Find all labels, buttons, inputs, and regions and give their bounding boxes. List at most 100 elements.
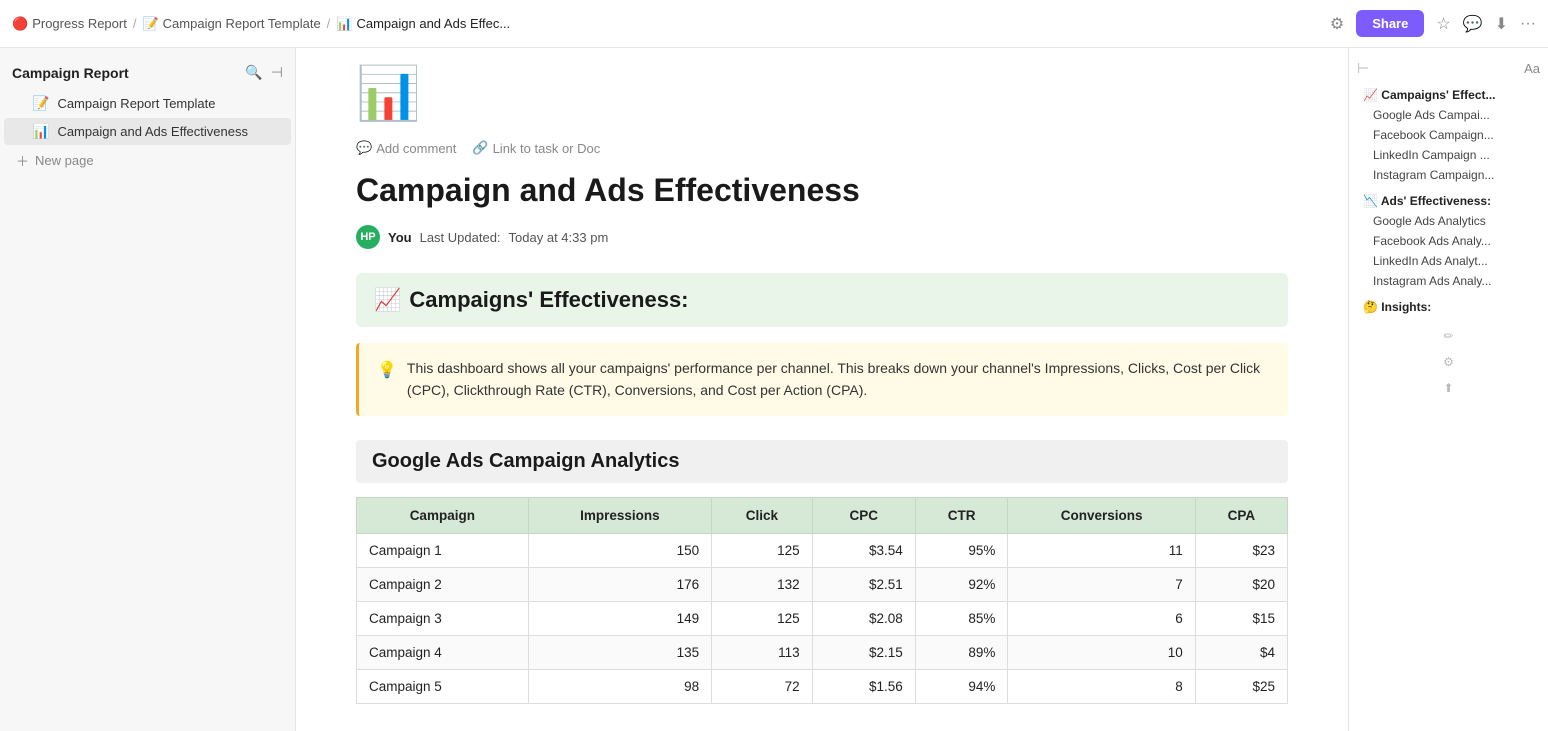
progress-report-icon: 🔴	[12, 16, 28, 32]
cell-campaign-4: Campaign 5	[357, 669, 529, 703]
page-title: Campaign and Ads Effectiveness	[356, 172, 1288, 209]
page-content: 📊 💬 Add comment 🔗 Link to task or Doc Ca…	[296, 48, 1348, 731]
export-icon[interactable]: ⬇	[1495, 14, 1508, 34]
star-icon[interactable]: ☆	[1436, 14, 1450, 34]
cell-click-1: 132	[712, 567, 813, 601]
share-button[interactable]: Share	[1356, 10, 1424, 37]
author-row: HP You Last Updated: Today at 4:33 pm	[356, 225, 1288, 249]
right-panel-collapse-icon[interactable]: ⊢	[1357, 60, 1369, 77]
cell-conversions-4: 8	[1008, 669, 1195, 703]
cell-campaign-0: Campaign 1	[357, 533, 529, 567]
cell-conversions-3: 10	[1008, 635, 1195, 669]
toc-item-0-0[interactable]: Google Ads Campai...	[1357, 105, 1540, 125]
toc-item-0-1[interactable]: Facebook Campaign...	[1357, 125, 1540, 145]
campaign-ads-nav-icon: 📊	[32, 123, 49, 140]
sidebar-new-page[interactable]: ＋ New page	[4, 146, 291, 175]
campaign-template-icon: 📝	[142, 16, 158, 32]
right-panel-aa[interactable]: Aa	[1524, 61, 1540, 76]
table-row: Campaign 3 149 125 $2.08 85% 6 $15	[357, 601, 1288, 635]
cell-ctr-4: 94%	[915, 669, 1008, 703]
breadcrumb-campaign-ads[interactable]: 📊 Campaign and Ads Effec...	[336, 16, 510, 32]
cell-campaign-2: Campaign 3	[357, 601, 529, 635]
cell-cpa-4: $25	[1195, 669, 1287, 703]
table-header-row: Campaign Impressions Click CPC CTR Conve…	[357, 497, 1288, 533]
more-icon[interactable]: ···	[1520, 15, 1536, 33]
cell-ctr-3: 89%	[915, 635, 1008, 669]
sidebar: Campaign Report 🔍 ⊣ 📝 Campaign Report Te…	[0, 48, 296, 731]
sidebar-item-campaign-ads-effectiveness[interactable]: 📊 Campaign and Ads Effectiveness	[4, 118, 291, 145]
col-campaign: Campaign	[357, 497, 529, 533]
page-emoji-icon: 📊	[356, 65, 421, 123]
toc-action-share[interactable]: ⬆	[1357, 377, 1540, 399]
google-ads-table: Campaign Impressions Click CPC CTR Conve…	[356, 497, 1288, 704]
sidebar-search-icon[interactable]: 🔍	[245, 64, 262, 81]
campaign-ads-label: Campaign and Ads Effec...	[356, 16, 510, 31]
callout-text: This dashboard shows all your campaigns'…	[407, 357, 1270, 402]
breadcrumb-progress-report[interactable]: 🔴 Progress Report	[12, 16, 127, 32]
col-cpa: CPA	[1195, 497, 1287, 533]
col-cpc: CPC	[812, 497, 915, 533]
cell-ctr-2: 85%	[915, 601, 1008, 635]
add-comment-button[interactable]: 💬 Add comment	[356, 140, 456, 156]
toc-action-settings[interactable]: ⚙	[1357, 351, 1540, 373]
cell-conversions-2: 6	[1008, 601, 1195, 635]
breadcrumb-campaign-report-template[interactable]: 📝 Campaign Report Template	[142, 16, 320, 32]
breadcrumb-sep-1: /	[133, 16, 137, 31]
campaign-template-nav-icon: 📝	[32, 95, 49, 112]
new-page-label: New page	[35, 153, 94, 168]
toc-section-2: 🤔 Insights:	[1357, 297, 1540, 317]
cell-click-0: 125	[712, 533, 813, 567]
toc-item-1-3[interactable]: Instagram Ads Analy...	[1357, 271, 1540, 291]
cell-cpa-0: $23	[1195, 533, 1287, 567]
cell-conversions-0: 11	[1008, 533, 1195, 567]
cell-ctr-1: 92%	[915, 567, 1008, 601]
chat-icon[interactable]: 💬	[1463, 14, 1483, 34]
cell-cpa-3: $4	[1195, 635, 1287, 669]
col-conversions: Conversions	[1008, 497, 1195, 533]
sidebar-collapse-icon[interactable]: ⊣	[271, 64, 283, 81]
cell-campaign-3: Campaign 4	[357, 635, 529, 669]
action-bar: 💬 Add comment 🔗 Link to task or Doc	[356, 140, 1288, 156]
toc-item-1-0[interactable]: Google Ads Analytics	[1357, 211, 1540, 231]
cell-conversions-1: 7	[1008, 567, 1195, 601]
google-ads-table-title: Google Ads Campaign Analytics	[356, 440, 1288, 483]
cell-click-2: 125	[712, 601, 813, 635]
toc-action-edit[interactable]: ✏	[1357, 325, 1540, 347]
avatar: HP	[356, 225, 380, 249]
breadcrumb: 🔴 Progress Report / 📝 Campaign Report Te…	[12, 16, 510, 32]
col-click: Click	[712, 497, 813, 533]
toc-item-0-2[interactable]: LinkedIn Campaign ...	[1357, 145, 1540, 165]
toc-item-1-2[interactable]: LinkedIn Ads Analyt...	[1357, 251, 1540, 271]
cell-click-4: 72	[712, 669, 813, 703]
toc-item-0-3[interactable]: Instagram Campaign...	[1357, 165, 1540, 185]
cell-cpa-1: $20	[1195, 567, 1287, 601]
page-icon: 📊	[356, 68, 420, 132]
comment-icon: 💬	[356, 140, 372, 156]
toc-section-1: 📉 Ads' Effectiveness:Google Ads Analytic…	[1357, 191, 1540, 291]
link-to-task-button[interactable]: 🔗 Link to task or Doc	[472, 140, 600, 156]
topbar: 🔴 Progress Report / 📝 Campaign Report Te…	[0, 0, 1548, 48]
sidebar-item-campaign-report-template[interactable]: 📝 Campaign Report Template	[4, 90, 291, 117]
table-row: Campaign 2 176 132 $2.51 92% 7 $20	[357, 567, 1288, 601]
campaign-ads-icon: 📊	[336, 16, 352, 32]
main-layout: Campaign Report 🔍 ⊣ 📝 Campaign Report Te…	[0, 48, 1548, 731]
link-icon: 🔗	[472, 140, 488, 156]
sidebar-header-icons: 🔍 ⊣	[245, 64, 283, 81]
topbar-right: ⚙ Share ☆ 💬 ⬇ ···	[1330, 10, 1536, 37]
table-row: Campaign 1 150 125 $3.54 95% 11 $23	[357, 533, 1288, 567]
cell-impressions-1: 176	[528, 567, 711, 601]
toc-section-label-2[interactable]: 🤔 Insights:	[1357, 297, 1540, 317]
toc-actions: ✏ ⚙ ⬆	[1357, 325, 1540, 399]
cell-impressions-0: 150	[528, 533, 711, 567]
last-updated-value: Today at 4:33 pm	[509, 230, 609, 245]
table-of-contents: 📈 Campaigns' Effect...Google Ads Campai.…	[1357, 85, 1540, 317]
cell-click-3: 113	[712, 635, 813, 669]
toc-item-1-1[interactable]: Facebook Ads Analy...	[1357, 231, 1540, 251]
new-page-plus-icon: ＋	[16, 151, 29, 170]
settings-icon[interactable]: ⚙	[1330, 14, 1344, 34]
toc-section-label-0[interactable]: 📈 Campaigns' Effect...	[1357, 85, 1540, 105]
progress-report-label: Progress Report	[32, 16, 127, 31]
author-name: You	[388, 230, 412, 245]
cell-cpc-3: $2.15	[812, 635, 915, 669]
toc-section-label-1[interactable]: 📉 Ads' Effectiveness:	[1357, 191, 1540, 211]
